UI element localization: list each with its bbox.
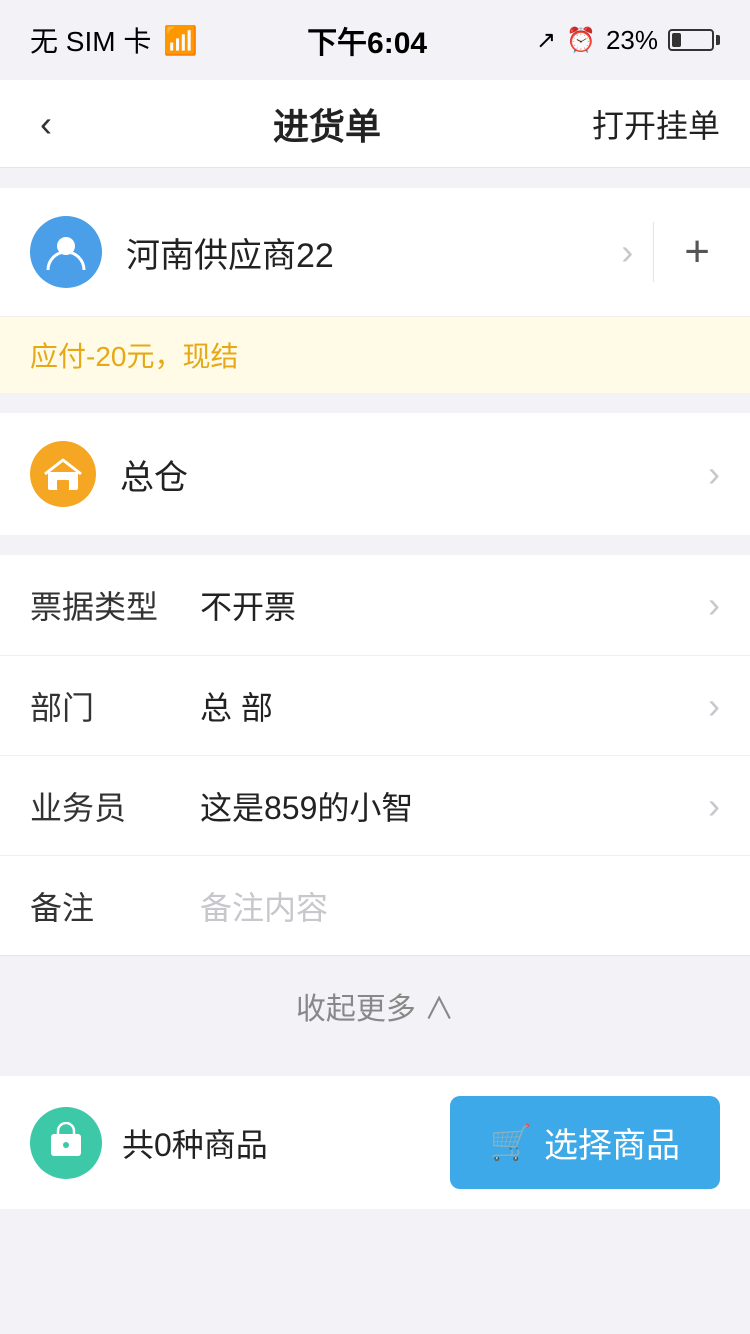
back-button[interactable]: ‹ [30, 93, 62, 155]
department-row[interactable]: 部门 总 部 › [0, 655, 750, 755]
select-label: 选择商品 [544, 1118, 680, 1167]
warehouse-chevron-icon: › [708, 453, 720, 495]
salesman-label: 业务员 [30, 783, 180, 829]
gap-2 [0, 393, 750, 413]
carrier-label: 无 SIM 卡 [30, 20, 151, 60]
invoice-type-chevron-icon: › [708, 584, 720, 626]
warehouse-section: 总仓 › [0, 413, 750, 535]
open-pending-button[interactable]: 打开挂单 [592, 101, 720, 147]
gap-1 [0, 168, 750, 188]
select-product-button[interactable]: 🛒 选择商品 [450, 1096, 720, 1189]
invoice-type-row[interactable]: 票据类型 不开票 › [0, 555, 750, 655]
product-bar: 共0种商品 🛒 选择商品 [0, 1076, 750, 1209]
department-value: 总 部 [200, 683, 698, 729]
add-button[interactable]: + [674, 217, 720, 287]
remark-placeholder[interactable]: 备注内容 [200, 883, 720, 929]
salesman-value: 这是859的小智 [200, 783, 698, 829]
collapse-bar[interactable]: 收起更多 ∧ [0, 955, 750, 1056]
supplier-chevron-icon: › [621, 231, 633, 273]
supplier-section: 河南供应商22 › + 应付-20元，现结 [0, 188, 750, 393]
remark-row[interactable]: 备注 备注内容 [0, 855, 750, 955]
gap-3 [0, 535, 750, 555]
salesman-chevron-icon: › [708, 785, 720, 827]
invoice-type-value: 不开票 [200, 582, 698, 628]
product-icon [30, 1107, 102, 1179]
content-area: 河南供应商22 › + 应付-20元，现结 总仓 › [0, 168, 750, 1209]
status-left: 无 SIM 卡 📶 [30, 20, 198, 60]
form-section: 票据类型 不开票 › 部门 总 部 › 业务员 这是859的小智 › 备注 备注… [0, 555, 750, 955]
warehouse-row[interactable]: 总仓 › [0, 413, 750, 535]
status-right: ↗ ⏰ 23% [536, 25, 720, 56]
select-icon: 🛒 [490, 1123, 532, 1163]
location-icon: ↗ [536, 26, 556, 55]
battery-percent: 23% [606, 25, 658, 56]
battery-icon [668, 29, 720, 51]
notice-text: 应付-20元，现结 [30, 341, 238, 372]
remark-label: 备注 [30, 883, 180, 929]
department-label: 部门 [30, 683, 180, 729]
status-bar: 无 SIM 卡 📶 下午6:04 ↗ ⏰ 23% [0, 0, 750, 80]
product-count: 共0种商品 [122, 1120, 450, 1166]
wifi-icon: 📶 [163, 24, 198, 57]
supplier-avatar [30, 216, 102, 288]
warehouse-icon [30, 441, 96, 507]
warehouse-name: 总仓 [120, 450, 698, 499]
alarm-icon: ⏰ [566, 26, 596, 55]
supplier-row[interactable]: 河南供应商22 › + [0, 188, 750, 317]
invoice-type-label: 票据类型 [30, 582, 180, 628]
gap-4 [0, 1056, 750, 1076]
supplier-name: 河南供应商22 [126, 228, 611, 277]
status-time: 下午6:04 [307, 18, 427, 62]
salesman-row[interactable]: 业务员 这是859的小智 › [0, 755, 750, 855]
collapse-label: 收起更多 ∧ [296, 984, 454, 1028]
notice-bar: 应付-20元，现结 [0, 317, 750, 393]
department-chevron-icon: › [708, 685, 720, 727]
divider [653, 222, 654, 282]
page-title: 进货单 [273, 98, 381, 150]
nav-bar: ‹ 进货单 打开挂单 [0, 80, 750, 168]
